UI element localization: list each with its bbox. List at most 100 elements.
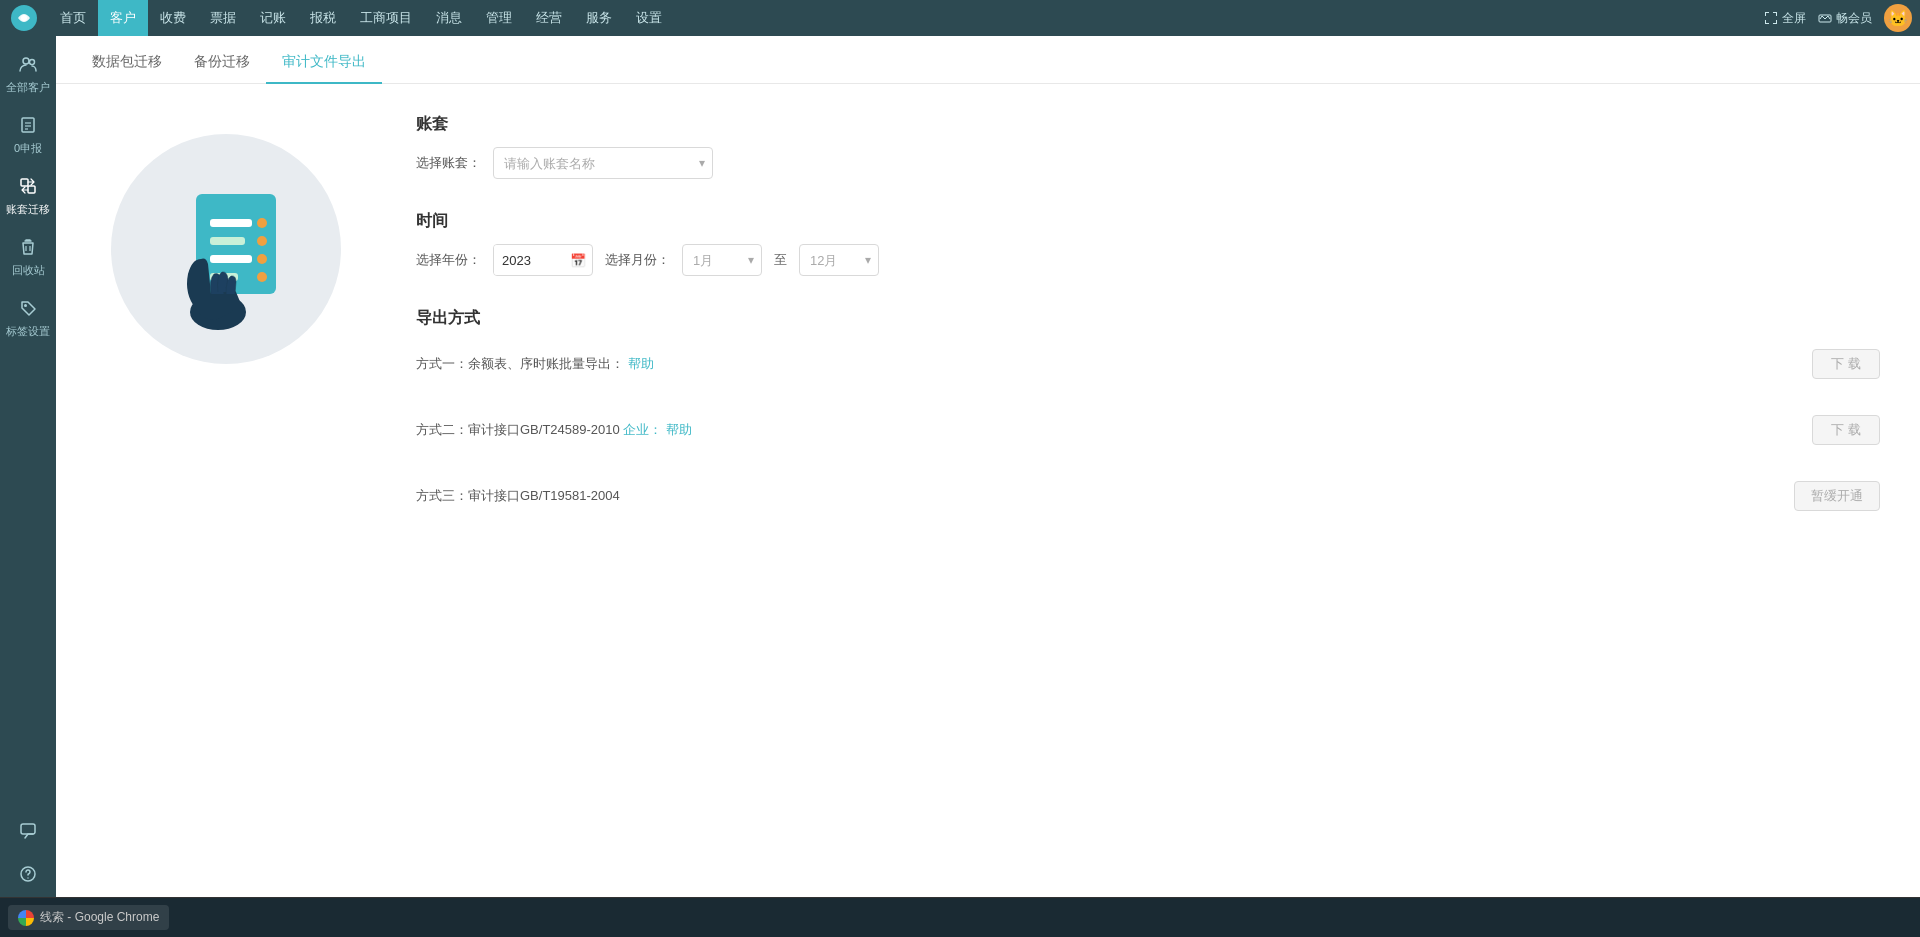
nav-tax[interactable]: 报税: [298, 0, 348, 36]
form-area: 账套 选择账套： 请输入账套名称 时间 选择年份：: [416, 114, 1880, 867]
sidebar-item-zero-declaration[interactable]: 0申报: [0, 105, 56, 166]
svg-point-30: [257, 218, 267, 228]
method1-text: 方式一：余额表、序时账批量导出： 帮助: [416, 355, 654, 373]
tab-bar: 数据包迁移 备份迁移 审计文件导出: [56, 36, 1920, 84]
nav-settings[interactable]: 设置: [624, 0, 674, 36]
nav-manage[interactable]: 管理: [474, 0, 524, 36]
sidebar-item-chat[interactable]: [0, 811, 56, 854]
method3-text: 方式三：审计接口GB/T19581-2004: [416, 487, 620, 505]
svg-rect-5: [1776, 12, 1777, 16]
account-section-title: 账套: [416, 114, 1880, 135]
top-nav: 首页 客户 收费 票据 记账 报税 工商项目 消息 管理 经营 服务 设置 全屏: [0, 0, 1920, 36]
tab-data-migration[interactable]: 数据包迁移: [76, 42, 178, 84]
zero-declaration-label: 0申报: [14, 141, 42, 156]
method1-help-link[interactable]: 帮助: [628, 356, 654, 371]
svg-rect-18: [28, 186, 35, 193]
month-from-select[interactable]: 1月2月3月4月 5月6月7月8月 9月10月11月12月: [682, 244, 762, 276]
nav-bookkeeping[interactable]: 记账: [248, 0, 298, 36]
nav-items: 首页 客户 收费 票据 记账 报税 工商项目 消息 管理 经营 服务 设置: [48, 0, 1764, 36]
sidebar-item-all-clients[interactable]: 全部客户: [0, 44, 56, 105]
tab-backup-migration[interactable]: 备份迁移: [178, 42, 266, 84]
export-method-2: 方式二：审计接口GB/T24589-2010 企业： 帮助 下 载: [416, 407, 1880, 453]
left-sidebar: 全部客户 0申报 账套迁移: [0, 36, 56, 897]
nav-invoice[interactable]: 票据: [198, 0, 248, 36]
calendar-icon[interactable]: 📅: [564, 253, 592, 268]
nav-billing[interactable]: 收费: [148, 0, 198, 36]
fullscreen-button[interactable]: 全屏: [1764, 10, 1806, 27]
export-methods: 方式一：余额表、序时账批量导出： 帮助 下 载 方式二：审计接口GB/T2458…: [416, 341, 1880, 519]
illustration-wrap: [96, 114, 356, 867]
user-avatar[interactable]: 🐱: [1884, 4, 1912, 32]
export-method-3: 方式三：审计接口GB/T19581-2004 暂缓开通: [416, 473, 1880, 519]
svg-point-21: [24, 304, 27, 307]
svg-point-33: [257, 272, 267, 282]
method2-download-button[interactable]: 下 载: [1812, 415, 1880, 445]
nav-right: 全屏 畅会员 🐱: [1764, 4, 1912, 32]
svg-rect-26: [210, 219, 252, 227]
nav-operation[interactable]: 经营: [524, 0, 574, 36]
illustration-circle: [111, 134, 341, 364]
nav-home[interactable]: 首页: [48, 0, 98, 36]
recycle-label: 回收站: [12, 263, 45, 278]
zero-declaration-icon: [18, 115, 38, 138]
svg-rect-17: [21, 179, 28, 186]
chat-icon: [18, 821, 38, 844]
svg-rect-3: [1765, 12, 1766, 16]
month-from-select-wrap: 1月2月3月4月 5月6月7月8月 9月10月11月12月: [682, 244, 762, 276]
nav-client[interactable]: 客户: [98, 0, 148, 36]
export-section: 导出方式 方式一：余额表、序时账批量导出： 帮助 下 载: [416, 308, 1880, 519]
main-layout: 全部客户 0申报 账套迁移: [0, 36, 1920, 897]
nav-message[interactable]: 消息: [424, 0, 474, 36]
month-to-select[interactable]: 1月2月3月4月 5月6月7月8月 9月10月11月12月: [799, 244, 879, 276]
svg-rect-7: [1765, 20, 1766, 24]
year-input-wrap: 📅: [493, 244, 593, 276]
tag-settings-label: 标签设置: [6, 324, 50, 339]
method2-help-link[interactable]: 帮助: [666, 422, 692, 437]
svg-rect-22: [21, 824, 35, 834]
sidebar-item-tag-settings[interactable]: 标签设置: [0, 288, 56, 349]
svg-point-31: [257, 236, 267, 246]
help-icon: [18, 864, 38, 887]
method3-open-button[interactable]: 暂缓开通: [1794, 481, 1880, 511]
export-section-title: 导出方式: [416, 308, 1880, 329]
illustration-svg: [146, 164, 306, 334]
all-clients-icon: [18, 54, 38, 77]
time-row: 选择年份： 📅 选择月份： 1月2月3月4月 5月6月7月8月 9月10月11月…: [416, 244, 1880, 276]
account-migration-icon: [18, 176, 38, 199]
vip-label: 畅会员: [1836, 10, 1872, 27]
svg-point-32: [257, 254, 267, 264]
sidebar-item-recycle[interactable]: 回收站: [0, 227, 56, 288]
tab-audit-export[interactable]: 审计文件导出: [266, 42, 382, 84]
method2-company: 企业：: [623, 422, 662, 437]
time-section-title: 时间: [416, 211, 1880, 232]
svg-point-1: [21, 15, 27, 21]
vip-button[interactable]: 畅会员: [1818, 10, 1872, 27]
taskbar-chrome-item[interactable]: 线索 - Google Chrome: [8, 905, 169, 930]
taskbar-item-label: 线索 - Google Chrome: [40, 909, 159, 926]
tag-settings-icon: [18, 298, 38, 321]
logo[interactable]: [8, 2, 40, 34]
nav-business[interactable]: 工商项目: [348, 0, 424, 36]
sidebar-bottom: [0, 811, 56, 897]
year-label: 选择年份：: [416, 251, 481, 269]
account-section: 账套 选择账套： 请输入账套名称: [416, 114, 1880, 187]
svg-point-12: [30, 60, 35, 65]
nav-service[interactable]: 服务: [574, 0, 624, 36]
sidebar-item-help[interactable]: [0, 854, 56, 897]
month-label: 选择月份：: [605, 251, 670, 269]
sidebar-item-account-migration[interactable]: 账套迁移: [0, 166, 56, 227]
content-area: 数据包迁移 备份迁移 审计文件导出: [56, 36, 1920, 897]
account-select-wrap: 请输入账套名称: [493, 147, 713, 179]
account-label: 选择账套：: [416, 154, 481, 172]
account-migration-label: 账套迁移: [6, 202, 50, 217]
account-select[interactable]: 请输入账套名称: [493, 147, 713, 179]
svg-rect-27: [210, 237, 245, 245]
year-input[interactable]: [494, 245, 564, 275]
method1-download-button[interactable]: 下 载: [1812, 349, 1880, 379]
svg-point-24: [27, 877, 28, 878]
export-method-1: 方式一：余额表、序时账批量导出： 帮助 下 载: [416, 341, 1880, 387]
svg-rect-13: [22, 118, 34, 132]
svg-rect-28: [210, 255, 252, 263]
all-clients-label: 全部客户: [6, 80, 50, 95]
chrome-icon: [18, 910, 34, 926]
